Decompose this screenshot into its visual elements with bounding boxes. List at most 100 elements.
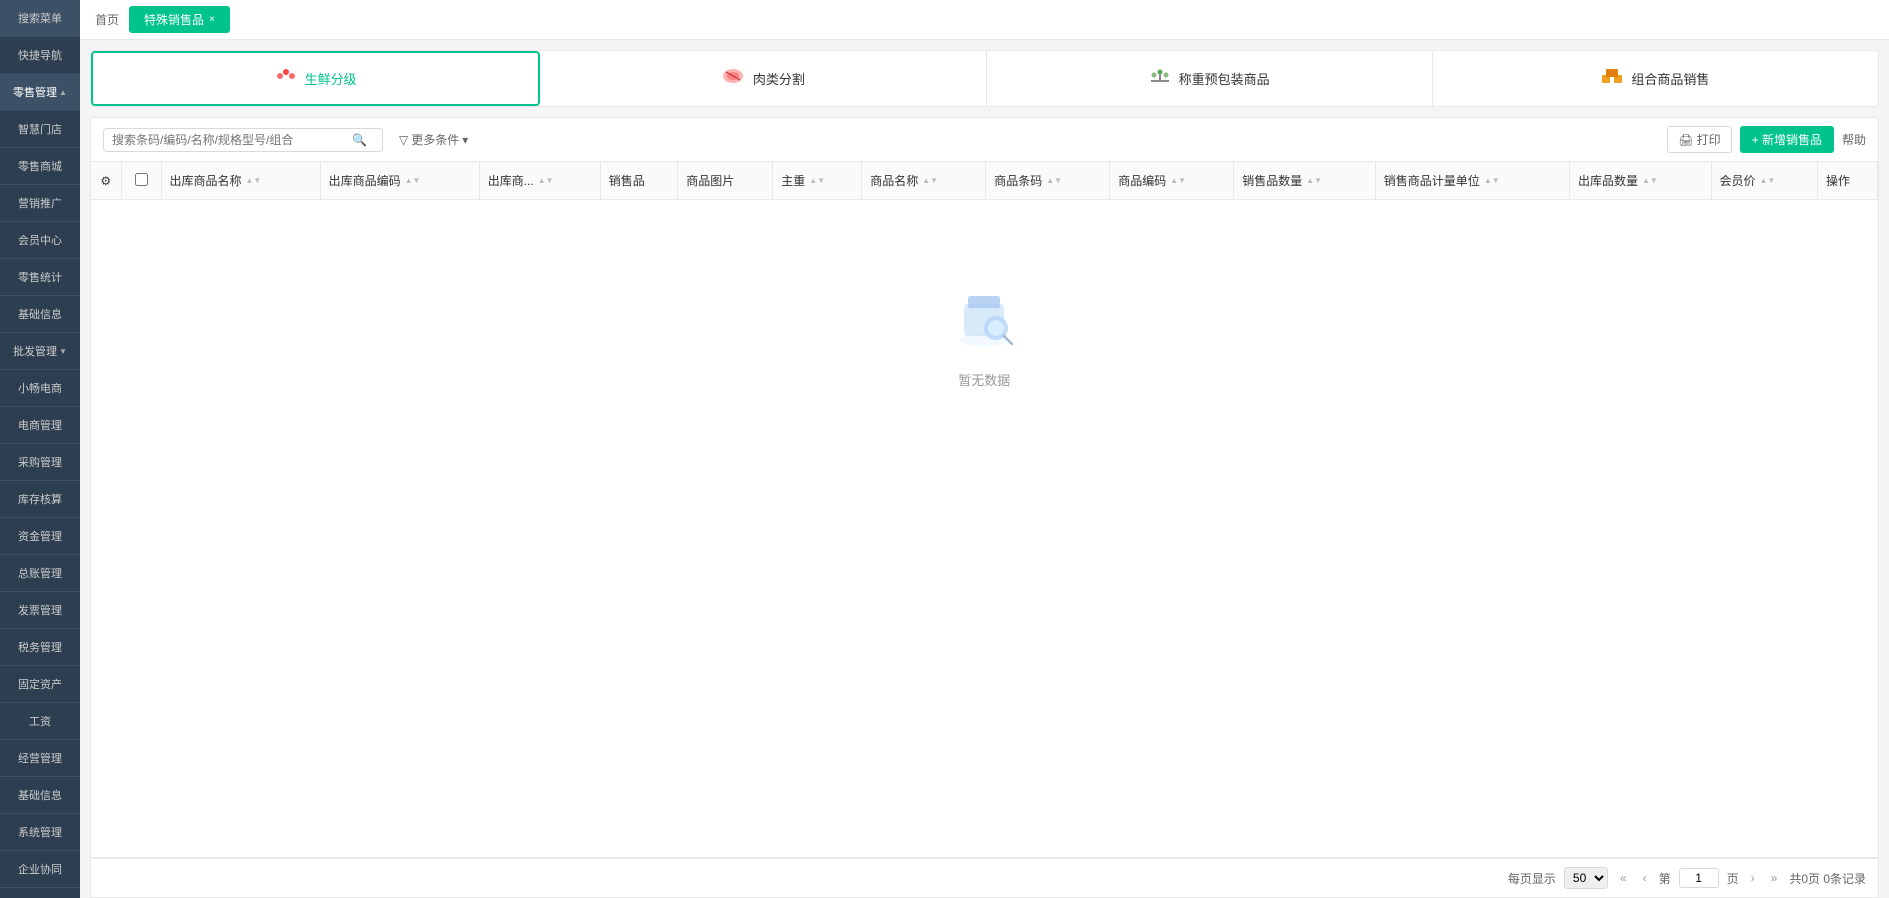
sidebar-item-ops-mgmt[interactable]: 经营管理: [0, 740, 80, 777]
search-box[interactable]: 🔍: [103, 128, 383, 152]
empty-text: 暂无数据: [958, 370, 1010, 389]
next-page-button[interactable]: ›: [1747, 869, 1759, 887]
col-goods-code: 商品编码 ▲▼: [1110, 162, 1234, 200]
sidebar-item-tax-mgmt[interactable]: 税务管理: [0, 629, 80, 666]
col-member-price: 会员价 ▲▼: [1711, 162, 1817, 200]
sort-icon[interactable]: ▲▼: [538, 176, 554, 185]
meat-cut-icon: [721, 67, 745, 90]
tab-meat-cut[interactable]: 肉类分割: [540, 51, 986, 106]
col-main-weight: 主重 ▲▼: [773, 162, 862, 200]
sort-icon[interactable]: ▲▼: [1046, 176, 1062, 185]
home-link[interactable]: 首页: [95, 11, 119, 28]
tab-fresh-grade-label: 生鲜分级: [305, 69, 357, 88]
sort-icon[interactable]: ▲▼: [922, 176, 938, 185]
chevron-down-icon: ▾: [462, 133, 468, 147]
chevron-down-icon: ▲: [59, 88, 67, 97]
fresh-grade-icon: [275, 67, 297, 90]
page-input[interactable]: [1679, 868, 1719, 888]
page-label: 第: [1659, 870, 1671, 887]
tab-weigh-pack[interactable]: 称重预包装商品: [987, 51, 1433, 106]
active-tab[interactable]: 特殊销售品 ×: [129, 6, 230, 33]
pagination: 每页显示 50 « ‹ 第 页 › » 共0页 0条记录: [90, 858, 1879, 898]
sidebar-item-member-center[interactable]: 会员中心: [0, 222, 80, 259]
col-action: 操作: [1817, 162, 1877, 200]
print-button[interactable]: 🖨 打印: [1667, 126, 1731, 153]
empty-state: 暂无数据: [91, 200, 1878, 469]
sidebar-item-retail-mall[interactable]: 零售商城: [0, 148, 80, 185]
sidebar-item-general-ledger[interactable]: 总账管理: [0, 555, 80, 592]
sidebar-search[interactable]: 搜索菜单: [0, 0, 80, 37]
page-suffix: 页: [1727, 870, 1739, 887]
toolbar-right: 🖨 打印 + 新增销售品 帮助: [1667, 126, 1866, 153]
sidebar-item-smart-store[interactable]: 智慧门店: [0, 111, 80, 148]
sort-icon[interactable]: ▲▼: [1760, 176, 1776, 185]
sidebar-item-retail-stats[interactable]: 零售统计: [0, 259, 80, 296]
sort-icon[interactable]: ▲▼: [809, 176, 825, 185]
sort-icon[interactable]: ▲▼: [1642, 176, 1658, 185]
category-tabs: 生鲜分级 肉类分割: [90, 50, 1879, 107]
page-area: 生鲜分级 肉类分割: [80, 40, 1889, 898]
sort-icon[interactable]: ▲▼: [1484, 176, 1500, 185]
sidebar-item-purchase-mgmt[interactable]: 采购管理: [0, 444, 80, 481]
col-sale-qty: 销售品数量 ▲▼: [1234, 162, 1376, 200]
sidebar-item-basic-info[interactable]: 基础信息: [0, 296, 80, 333]
tab-combo-label: 组合商品销售: [1631, 69, 1709, 88]
col-checkbox[interactable]: [121, 162, 161, 200]
select-all-checkbox[interactable]: [135, 173, 148, 186]
chevron-down-icon: ▼: [59, 347, 67, 356]
sidebar-item-ecom-mgmt[interactable]: 电商管理: [0, 407, 80, 444]
sidebar-item-inventory[interactable]: 库存核算: [0, 481, 80, 518]
sidebar-item-fixed-assets[interactable]: 固定资产: [0, 666, 80, 703]
sidebar-item-sys-mgmt[interactable]: 系统管理: [0, 814, 80, 851]
tab-weigh-pack-label: 称重预包装商品: [1179, 69, 1270, 88]
tab-combo[interactable]: 组合商品销售: [1433, 51, 1878, 106]
sidebar-item-retail-mgmt[interactable]: 零售管理 ▲: [0, 74, 80, 111]
first-page-button[interactable]: «: [1616, 869, 1631, 887]
products-table: ⚙ 出库商品名称 ▲▼ 出库: [91, 162, 1878, 469]
search-input[interactable]: [112, 133, 352, 147]
per-page-label: 每页显示: [1508, 870, 1556, 887]
search-icon: 🔍: [352, 133, 367, 147]
filter-button[interactable]: ▽ 更多条件 ▾: [391, 127, 476, 152]
sidebar-item-new-guide[interactable]: 新手引导: [0, 888, 80, 898]
close-tab-button[interactable]: ×: [209, 14, 215, 25]
last-page-button[interactable]: »: [1767, 869, 1782, 887]
topbar: 首页 特殊销售品 ×: [80, 0, 1889, 40]
add-product-button[interactable]: + 新增销售品: [1740, 126, 1834, 153]
sidebar-item-mini-ecom[interactable]: 小畅电商: [0, 370, 80, 407]
sidebar: 搜索菜单 快捷导航 零售管理 ▲ 智慧门店 零售商城 营销推广 会员中心 零售统…: [0, 0, 80, 898]
sidebar-item-basic-info2[interactable]: 基础信息: [0, 777, 80, 814]
col-goods-barcode: 商品条码 ▲▼: [986, 162, 1110, 200]
col-sale-goods: 销售品: [600, 162, 677, 200]
col-sale-unit: 销售商品计量单位 ▲▼: [1375, 162, 1569, 200]
main-content: 首页 特殊销售品 × 生鲜分级: [80, 0, 1889, 898]
sidebar-item-enterprise[interactable]: 企业协同: [0, 851, 80, 888]
sidebar-item-hr[interactable]: 工资: [0, 703, 80, 740]
sidebar-item-quick-nav[interactable]: 快捷导航: [0, 37, 80, 74]
sidebar-item-capital-mgmt[interactable]: 资金管理: [0, 518, 80, 555]
print-icon: 🖨: [1678, 133, 1693, 147]
sort-icon[interactable]: ▲▼: [1306, 176, 1322, 185]
sort-icon[interactable]: ▲▼: [1170, 176, 1186, 185]
filter-icon: ▽: [399, 133, 408, 147]
sidebar-item-invoice-mgmt[interactable]: 发票管理: [0, 592, 80, 629]
weigh-pack-icon: [1149, 67, 1171, 90]
toolbar-left: 🔍 ▽ 更多条件 ▾: [103, 127, 476, 152]
col-out-spec: 出库商... ▲▼: [479, 162, 600, 200]
sort-icon[interactable]: ▲▼: [405, 176, 421, 185]
sort-icon[interactable]: ▲▼: [246, 176, 262, 185]
tab-meat-cut-label: 肉类分割: [753, 69, 805, 88]
prev-page-button[interactable]: ‹: [1639, 869, 1651, 887]
help-button[interactable]: 帮助: [1842, 131, 1866, 148]
table-container: ⚙ 出库商品名称 ▲▼ 出库: [90, 162, 1879, 858]
col-out-qty: 出库品数量 ▲▼: [1569, 162, 1711, 200]
col-out-code: 出库商品编码 ▲▼: [320, 162, 479, 200]
empty-icon: [944, 280, 1024, 360]
col-goods-name: 商品名称 ▲▼: [862, 162, 986, 200]
per-page-select[interactable]: 50: [1564, 867, 1608, 889]
sidebar-item-marketing[interactable]: 营销推广: [0, 185, 80, 222]
total-label: 共0页 0条记录: [1789, 870, 1866, 887]
sidebar-item-wholesale-mgmt[interactable]: 批发管理 ▼: [0, 333, 80, 370]
tab-fresh-grade[interactable]: 生鲜分级: [91, 51, 540, 106]
col-settings[interactable]: ⚙: [91, 162, 121, 200]
